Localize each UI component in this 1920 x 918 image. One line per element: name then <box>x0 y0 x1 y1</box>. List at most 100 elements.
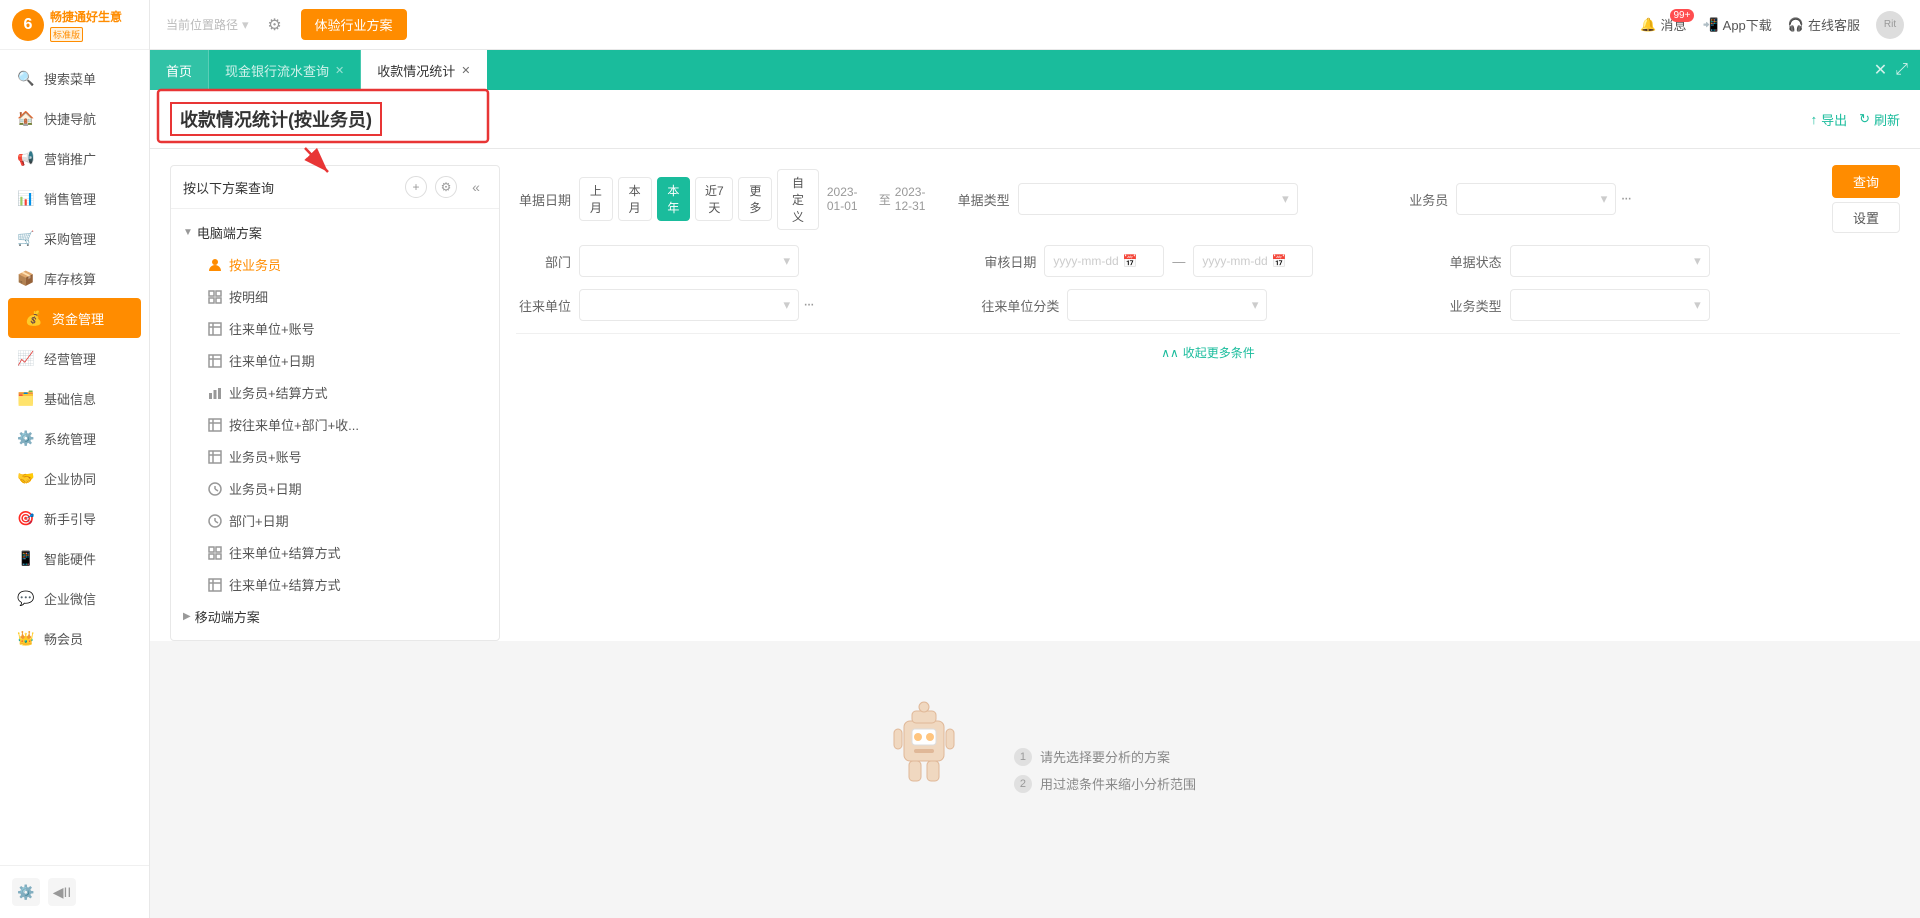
sidebar-item-label: 销售管理 <box>44 189 96 208</box>
sidebar-item-search[interactable]: 🔍 搜索菜单 <box>0 58 149 98</box>
scheme-item-unit-account[interactable]: 往来单位+账号 <box>195 313 495 344</box>
chevron-down-icon: ▾ <box>1282 191 1289 207</box>
robot-illustration <box>874 681 974 801</box>
date-btn-more[interactable]: 更多 <box>738 177 772 221</box>
scheme-item-staff[interactable]: 按业务员 <box>195 249 495 280</box>
app-download-button[interactable]: 📲 App下载 <box>1702 15 1771 34</box>
business-type-select[interactable]: ▾ <box>1510 289 1710 321</box>
scheme-item-unit-dept[interactable]: 按往来单位+部门+收... <box>195 409 495 440</box>
scheme-item-unit-settle1[interactable]: 往来单位+结算方式 <box>195 537 495 568</box>
guide-icon: 🎯 <box>16 508 36 528</box>
tabbar-actions: ✕ ⤢ <box>1862 50 1920 90</box>
tab-collection[interactable]: 收款情况统计 ✕ <box>361 50 487 90</box>
sidebar-item-finance[interactable]: 💰 资金管理 <box>8 298 141 338</box>
date-btn-7days[interactable]: 近7天 <box>695 177 733 221</box>
user-avatar[interactable]: Rit <box>1876 11 1904 39</box>
sidebar-item-purchase[interactable]: 🛒 采购管理 <box>0 218 149 258</box>
collapse-more-button[interactable]: ∧∧ 收起更多条件 <box>516 333 1900 371</box>
date-btn-this-month[interactable]: 本月 <box>618 177 652 221</box>
counterpart-more-button[interactable]: ··· <box>803 296 813 314</box>
page-content: 收款情况统计(按业务员) ↑ 导出 ↻ 刷新 按以下方案查询 + <box>150 90 1920 918</box>
filter-form-area: 单据日期 上月 本月 本年 近7天 更多 自定义 2023-01-01 至 <box>516 165 1900 641</box>
sidebar-item-inventory[interactable]: 📦 库存核算 <box>0 258 149 298</box>
scheme-settings-button[interactable]: ⚙ <box>435 176 457 198</box>
dept-select[interactable]: ▾ <box>579 245 799 277</box>
scheme-item-label: 部门+日期 <box>229 511 289 530</box>
scheme-item-dept-date[interactable]: 部门+日期 <box>195 505 495 536</box>
staff-field: 业务员 ▾ ··· <box>1393 183 1820 215</box>
sidebar-item-wechat[interactable]: 💬 企业微信 <box>0 578 149 618</box>
grid-icon-2 <box>207 545 223 561</box>
sidebar-item-newguide[interactable]: 🎯 新手引导 <box>0 498 149 538</box>
filter-row-2: 部门 ▾ 审核日期 yyyy-mm-dd 📅 — <box>516 245 1900 277</box>
table-icon-5 <box>207 577 223 593</box>
scheme-item-label: 业务员+结算方式 <box>229 383 328 402</box>
sidebar-item-sales[interactable]: 📊 销售管理 <box>0 178 149 218</box>
staff-more-button[interactable]: ··· <box>1620 190 1630 208</box>
query-button[interactable]: 查询 <box>1832 165 1900 198</box>
step-1-number: 1 <box>1014 748 1032 766</box>
sidebar-item-enterprise[interactable]: 🤝 企业协同 <box>0 458 149 498</box>
counterpart-category-select[interactable]: ▾ <box>1067 289 1267 321</box>
counterpart-select[interactable]: ▾ <box>579 289 799 321</box>
trial-button[interactable]: 体验行业方案 <box>301 9 407 40</box>
business-type-field: 业务类型 ▾ <box>1447 289 1900 321</box>
review-date-from-input[interactable]: yyyy-mm-dd 📅 <box>1044 245 1164 277</box>
service-label: 在线客服 <box>1808 15 1860 34</box>
scheme-item-unit-settle2[interactable]: 往来单位+结算方式 <box>195 569 495 600</box>
sidebar-item-label: 智能硬件 <box>44 549 96 568</box>
date-btn-this-year[interactable]: 本年 <box>657 177 691 221</box>
business-type-label: 业务类型 <box>1447 296 1502 315</box>
sidebar-item-marketing[interactable]: 📢 营销推广 <box>0 138 149 178</box>
filter-row-3: 往来单位 ▾ ··· 往来单位分类 ▾ <box>516 289 1900 321</box>
sidebar-item-quicknav[interactable]: 🏠 快捷导航 <box>0 98 149 138</box>
footer-settings-button[interactable]: ⚙️ <box>12 878 40 906</box>
operation-icon: 📈 <box>16 348 36 368</box>
date-from: 2023-01-01 <box>827 185 875 213</box>
logo-badge: 标准版 <box>50 27 83 42</box>
scheme-add-button[interactable]: + <box>405 176 427 198</box>
footer-collapse-button[interactable]: ◀II <box>48 878 76 906</box>
sidebar-item-system[interactable]: ⚙️ 系统管理 <box>0 418 149 458</box>
tab-bank-label: 现金银行流水查询 <box>225 61 329 80</box>
tab-bank[interactable]: 现金银行流水查询 ✕ <box>209 50 361 90</box>
tab-bank-close-icon[interactable]: ✕ <box>335 64 344 77</box>
date-btn-custom[interactable]: 自定义 <box>777 169 819 230</box>
review-date-to-input[interactable]: yyyy-mm-dd 📅 <box>1193 245 1313 277</box>
sidebar-item-smarthw[interactable]: 📱 智能硬件 <box>0 538 149 578</box>
export-button[interactable]: ↑ 导出 <box>1811 110 1848 129</box>
online-service-button[interactable]: 🎧 在线客服 <box>1788 15 1860 34</box>
scheme-item-unit-date[interactable]: 往来单位+日期 <box>195 345 495 376</box>
bill-type-select[interactable]: ▾ <box>1018 183 1298 215</box>
topbar-settings-button[interactable]: ⚙ <box>261 11 289 39</box>
close-all-icon[interactable]: ✕ <box>1874 60 1887 80</box>
date-btn-last-month[interactable]: 上月 <box>579 177 613 221</box>
tab-home[interactable]: 首页 <box>150 50 209 90</box>
step-2-number: 2 <box>1014 775 1032 793</box>
scheme-group-mobile-header[interactable]: ▶ 移动端方案 <box>171 601 499 632</box>
scheme-item-staff-account[interactable]: 业务员+账号 <box>195 441 495 472</box>
placeholder-steps: 1 请先选择要分析的方案 2 用过滤条件来缩小分析范围 <box>1014 747 1196 801</box>
staff-select[interactable]: ▾ <box>1456 183 1616 215</box>
sidebar-item-operation[interactable]: 📈 经营管理 <box>0 338 149 378</box>
user-name: Rit <box>1884 19 1896 30</box>
scheme-item-staff-date[interactable]: 业务员+日期 <box>195 473 495 504</box>
maximize-icon[interactable]: ⤢ <box>1895 61 1908 79</box>
sidebar-item-basic[interactable]: 🗂️ 基础信息 <box>0 378 149 418</box>
scheme-group-mobile: ▶ 移动端方案 <box>171 601 499 632</box>
refresh-button[interactable]: ↻ 刷新 <box>1859 110 1900 129</box>
bill-status-select[interactable]: ▾ <box>1510 245 1710 277</box>
scheme-item-staff-settle[interactable]: 业务员+结算方式 <box>195 377 495 408</box>
clock-icon-2 <box>207 513 223 529</box>
scheme-item-label: 按业务员 <box>229 255 281 274</box>
filter-settings-button[interactable]: 设置 <box>1832 202 1900 233</box>
sidebar-item-member[interactable]: 👑 畅会员 <box>0 618 149 658</box>
scheme-item-detail[interactable]: 按明细 <box>195 281 495 312</box>
scheme-group-desktop-header[interactable]: ▼ 电脑端方案 <box>171 217 499 248</box>
sidebar-item-label: 基础信息 <box>44 389 96 408</box>
filter-actions: 查询 设置 <box>1832 165 1900 233</box>
messages-button[interactable]: 🔔 消息 99+ <box>1640 15 1686 34</box>
scheme-collapse-button[interactable]: « <box>465 176 487 198</box>
breadcrumb-text: 当前位置路径 <box>166 16 238 33</box>
tab-collection-close-icon[interactable]: ✕ <box>461 64 470 77</box>
